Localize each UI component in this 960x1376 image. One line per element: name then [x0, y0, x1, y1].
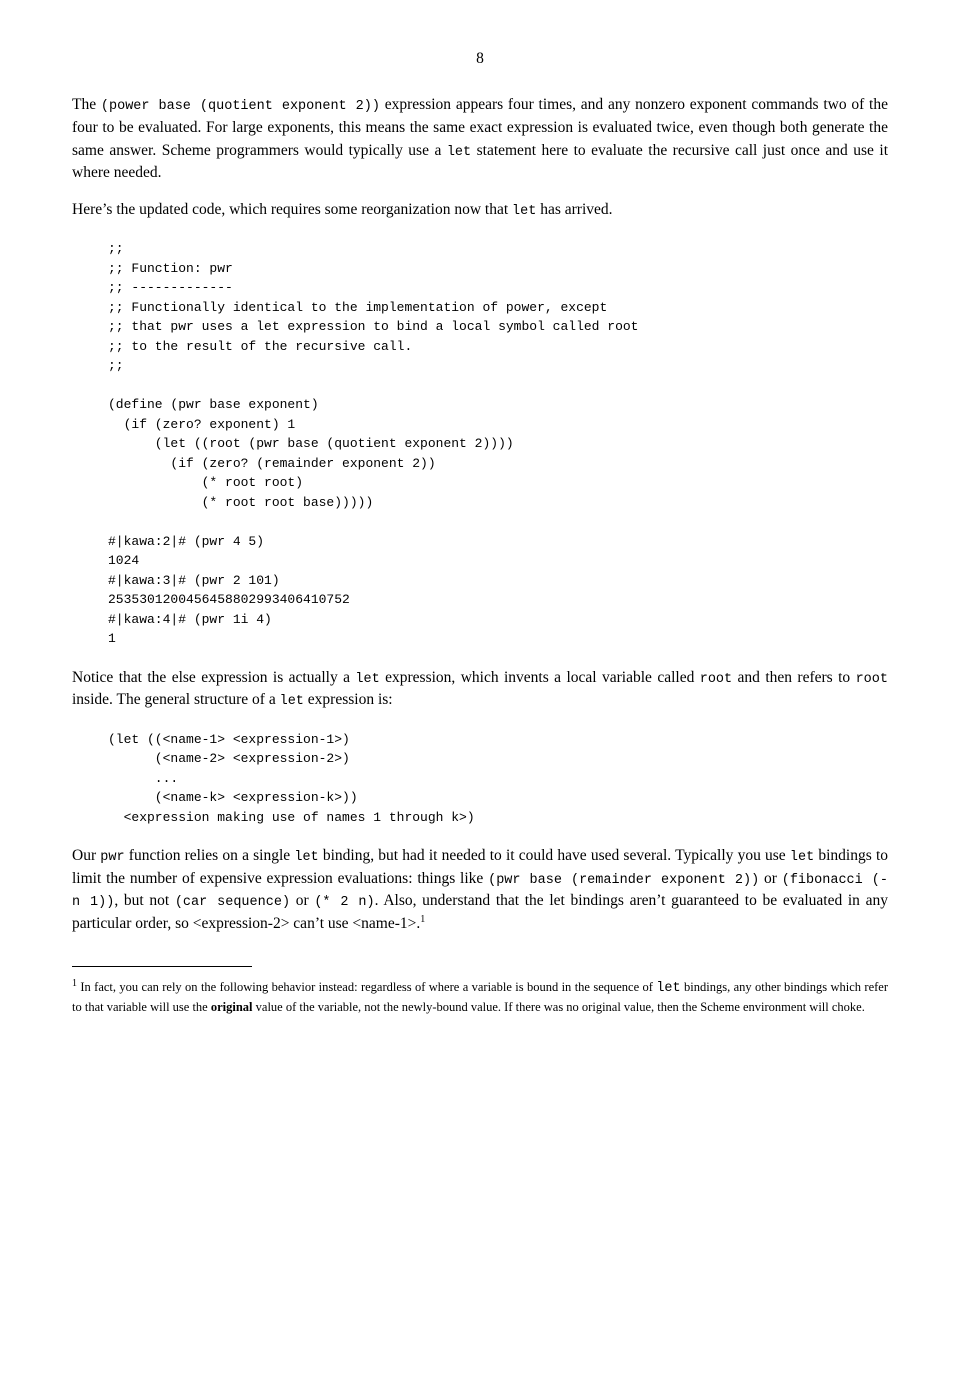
page-number: 8: [72, 48, 888, 70]
paragraph-4: Our pwr function relies on a single let …: [72, 845, 888, 935]
code-let-4: let: [280, 694, 304, 709]
paragraph-2: Here’s the updated code, which requires …: [72, 199, 888, 222]
code-power-expression: (power base (quotient exponent 2)): [101, 99, 380, 114]
code-car: (car sequence): [175, 895, 290, 910]
code-pwr-remainder: (pwr base (remainder exponent 2)): [488, 873, 759, 888]
code-pwr-inline: pwr: [100, 850, 124, 865]
footnote-divider: [72, 966, 252, 967]
code-let-6: let: [790, 850, 814, 865]
footnote-number-1: 1: [72, 978, 77, 989]
code-let-2: let: [512, 204, 536, 219]
footnote-1: 1 In fact, you can rely on the following…: [72, 977, 888, 1017]
code-let-3: let: [355, 672, 379, 687]
code-let-5: let: [294, 850, 318, 865]
code-root-2: root: [856, 672, 888, 687]
paragraph-1: The (power base (quotient exponent 2)) e…: [72, 94, 888, 184]
code-block-let-structure: (let ((<name-1> <expression-1>) (<name-2…: [108, 730, 888, 828]
paragraph-3: Notice that the else expression is actua…: [72, 667, 888, 712]
code-let-footnote: let: [656, 981, 680, 996]
text-original-bold: original: [211, 1000, 253, 1014]
code-root-1: root: [700, 672, 732, 687]
code-let-1: let: [447, 145, 471, 160]
code-multiply: (* 2 n): [314, 895, 374, 910]
footnote-ref-1: 1: [420, 914, 425, 925]
code-block-pwr: ;;;; Function: pwr;; -------------;; Fun…: [108, 239, 888, 649]
